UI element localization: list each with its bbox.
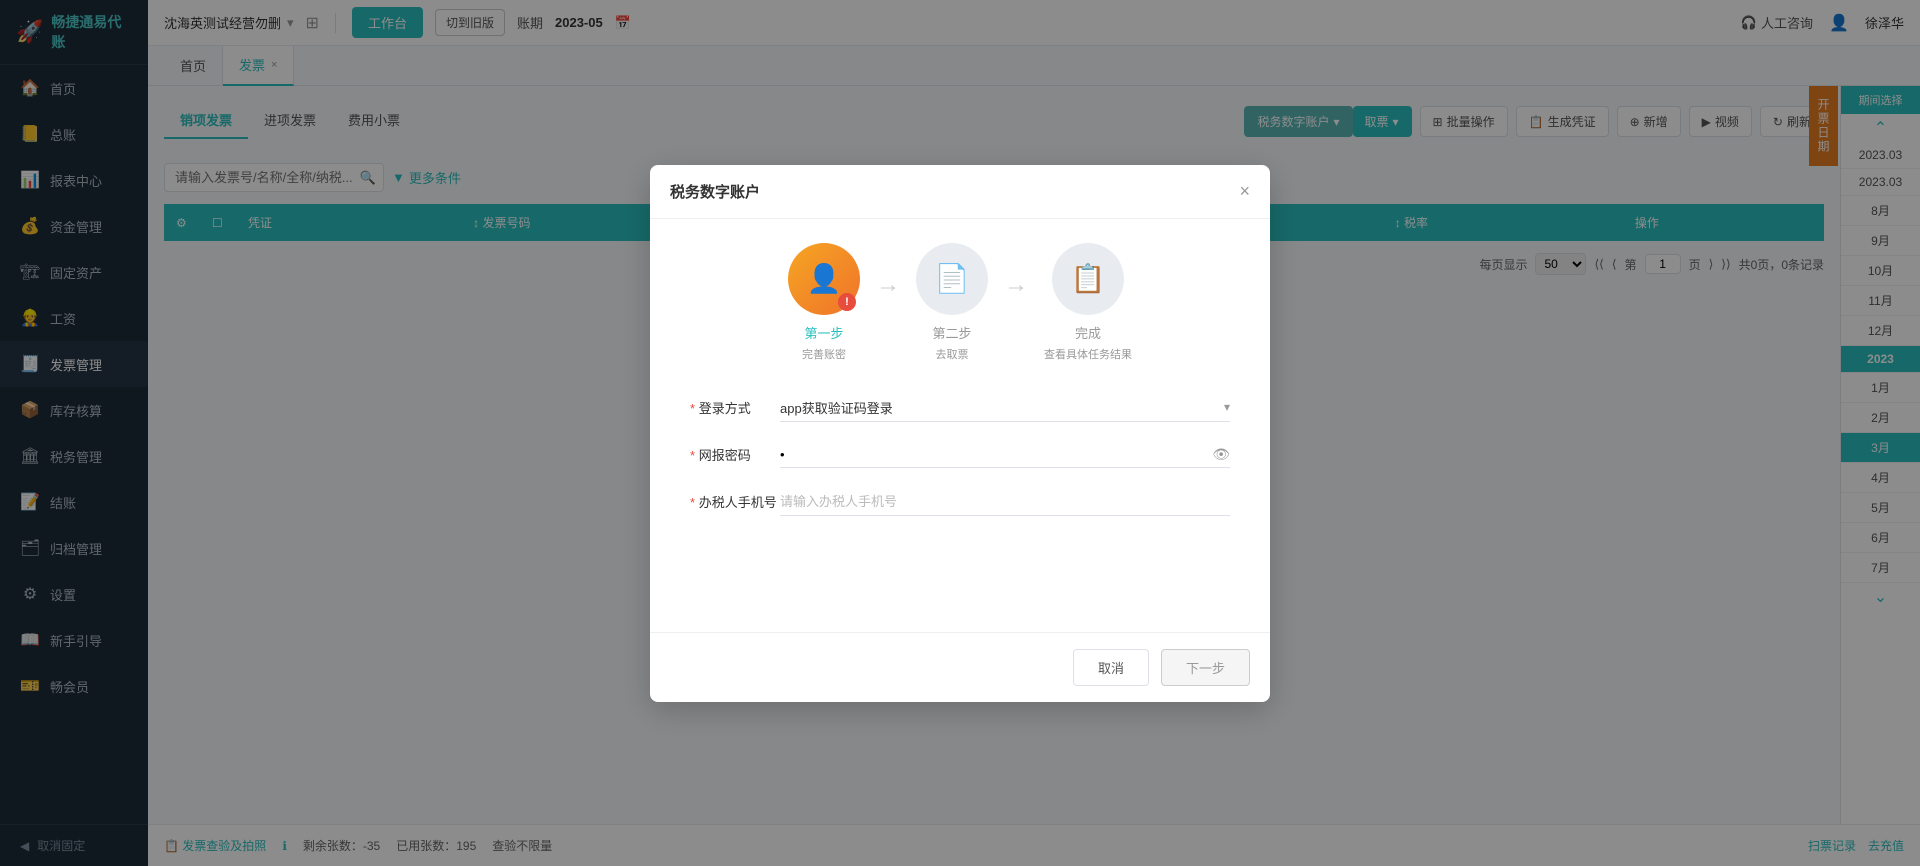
- steps-row: 👤 ! 第一步 完善账密 → 📄 第二步 去取票 →: [690, 243, 1230, 362]
- step-3-icon: 📋: [1071, 262, 1106, 295]
- modal-close-button[interactable]: ×: [1239, 181, 1250, 202]
- form-row-phone: * 办税人手机号: [690, 488, 1230, 516]
- step-3-icon-wrap: 📋: [1052, 243, 1124, 315]
- form-row-login-method: * 登录方式 app获取验证码登录 ▾: [690, 394, 1230, 422]
- next-button[interactable]: 下一步: [1161, 649, 1250, 686]
- login-method-select[interactable]: app获取验证码登录 ▾: [780, 394, 1230, 422]
- modal-overlay: 税务数字账户 × 👤 ! 第一步 完善账密 →: [0, 0, 1920, 866]
- modal-title: 税务数字账户: [670, 181, 760, 202]
- step-3: 📋 完成 查看具体任务结果: [1044, 243, 1132, 362]
- password-control: 👁: [780, 442, 1230, 468]
- login-method-required: *: [690, 401, 695, 416]
- login-method-label: * 登录方式: [690, 398, 780, 417]
- password-field-wrap: 👁: [780, 442, 1230, 468]
- step-1-icon-wrap: 👤 !: [788, 243, 860, 315]
- phone-input[interactable]: [780, 488, 1230, 516]
- login-method-dropdown-icon: ▾: [1224, 400, 1230, 414]
- login-method-value: app获取验证码登录: [780, 398, 893, 417]
- phone-label: * 办税人手机号: [690, 492, 780, 511]
- password-label: * 网报密码: [690, 445, 780, 464]
- step-1-icon: 👤: [807, 262, 842, 295]
- cancel-button[interactable]: 取消: [1073, 649, 1149, 686]
- modal-header: 税务数字账户 ×: [650, 165, 1270, 219]
- step-1-title: 第一步: [804, 323, 843, 342]
- step-2-title: 第二步: [932, 323, 971, 342]
- password-required: *: [690, 448, 695, 463]
- eye-icon[interactable]: 👁: [1212, 446, 1230, 463]
- step-3-title: 完成: [1075, 323, 1101, 342]
- phone-required: *: [690, 495, 695, 510]
- step-1-desc: 完善账密: [802, 346, 846, 362]
- form-row-password: * 网报密码 👁: [690, 442, 1230, 468]
- tax-account-modal: 税务数字账户 × 👤 ! 第一步 完善账密 →: [650, 165, 1270, 702]
- step-1: 👤 ! 第一步 完善账密: [788, 243, 860, 362]
- modal-footer: 取消 下一步: [650, 632, 1270, 702]
- modal-spacer: [690, 536, 1230, 616]
- step-2: 📄 第二步 去取票: [916, 243, 988, 362]
- step-arrow-2: →: [988, 271, 1044, 299]
- step-3-desc: 查看具体任务结果: [1044, 346, 1132, 362]
- password-field[interactable]: [780, 447, 1212, 462]
- step-2-icon-wrap: 📄: [916, 243, 988, 315]
- step-2-icon: 📄: [935, 262, 970, 295]
- login-method-control: app获取验证码登录 ▾: [780, 394, 1230, 422]
- modal-body: 👤 ! 第一步 完善账密 → 📄 第二步 去取票 →: [650, 219, 1270, 632]
- step-2-desc: 去取票: [936, 346, 969, 362]
- phone-control: [780, 488, 1230, 516]
- step-1-badge: !: [838, 293, 856, 311]
- step-arrow-1: →: [860, 271, 916, 299]
